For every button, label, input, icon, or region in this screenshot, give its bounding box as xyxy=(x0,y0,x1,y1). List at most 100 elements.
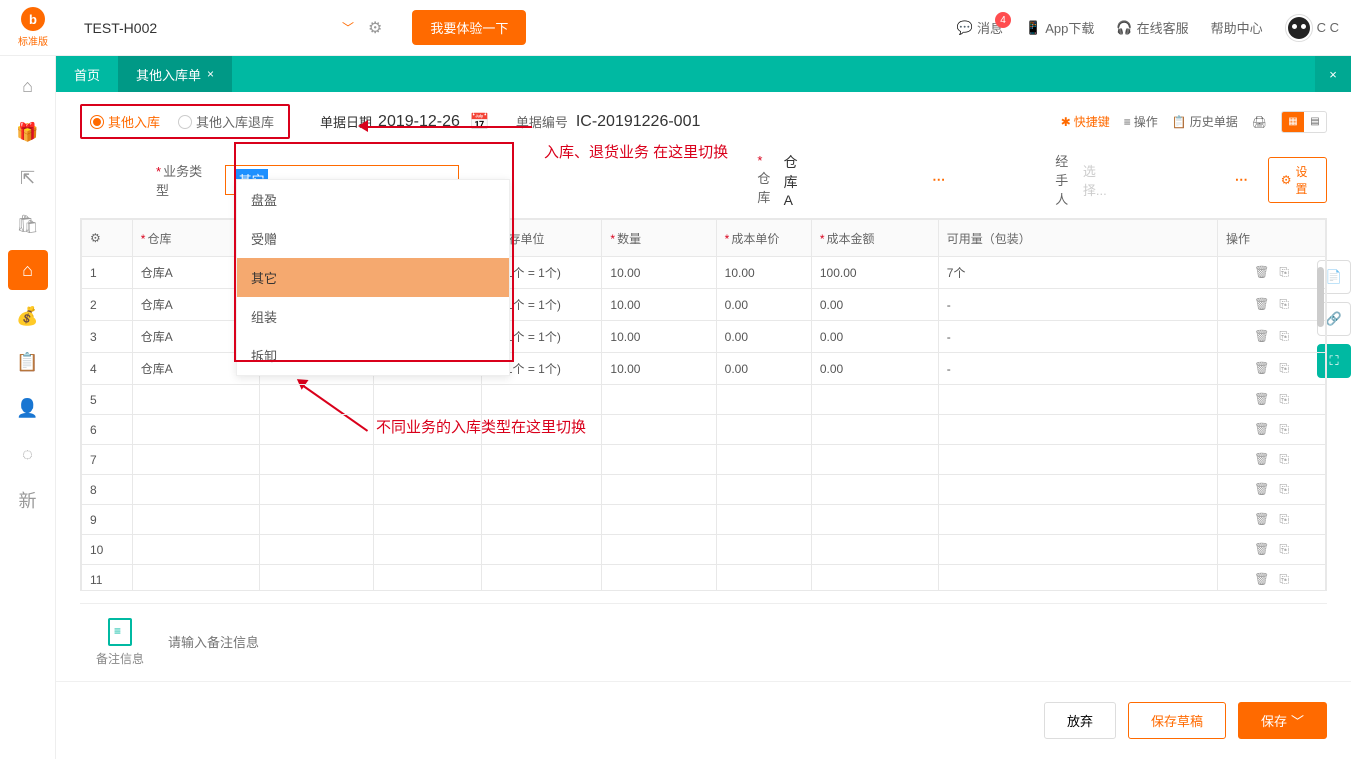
table-row[interactable]: 7🗑⎘ xyxy=(82,445,1326,475)
history-link[interactable]: 📋 历史单据 xyxy=(1172,113,1238,130)
radio-other-in[interactable]: 其他入库 xyxy=(90,112,160,131)
copy-icon[interactable]: ⎘ xyxy=(1279,297,1289,312)
delete-icon[interactable]: 🗑 xyxy=(1254,572,1269,587)
sidebar-bag-icon[interactable]: 🛍 xyxy=(8,204,48,244)
dropdown-opt-4[interactable]: 组装 xyxy=(237,297,509,336)
sidebar-clipboard-icon[interactable]: 📋 xyxy=(8,342,48,382)
delete-icon[interactable]: 🗑 xyxy=(1254,482,1269,497)
logo: b 标准版 xyxy=(12,7,54,48)
delete-icon[interactable]: 🗑 xyxy=(1254,542,1269,557)
company-select[interactable]: TEST-H002 ﹀ xyxy=(84,19,354,36)
delete-icon[interactable]: 🗑 xyxy=(1254,392,1269,407)
delete-icon[interactable]: 🗑 xyxy=(1254,512,1269,527)
table-row[interactable]: 6🗑⎘ xyxy=(82,415,1326,445)
calendar-icon[interactable]: 📅 xyxy=(470,112,490,132)
messages-link[interactable]: 💬 消息 4 xyxy=(957,18,1003,37)
copy-icon[interactable]: ⎘ xyxy=(1279,542,1289,557)
header-right: 💬 消息 4 📱 App下载 🎧 在线客服 帮助中心 C C xyxy=(957,14,1339,42)
settings-gear-icon[interactable]: ⚙ xyxy=(368,18,382,38)
print-icon[interactable]: 🖨 xyxy=(1252,115,1267,129)
help-center-link[interactable]: 帮助中心 xyxy=(1211,18,1263,37)
app-download-link[interactable]: 📱 App下载 xyxy=(1025,18,1094,37)
col-gear-icon[interactable]: ⚙ xyxy=(82,220,133,257)
table-row[interactable]: 9🗑⎘ xyxy=(82,505,1326,535)
sidebar-warehouse-icon[interactable]: ⌂ xyxy=(8,250,48,290)
sidebar-out-icon[interactable]: ⇱ xyxy=(8,158,48,198)
left-sidebar: ⌂ 🎁 ⇱ 🛍 ⌂ 💰 📋 👤 ◌ 新 xyxy=(0,56,56,759)
top-header: b 标准版 TEST-H002 ﹀ ⚙ 我要体验一下 💬 消息 4 📱 App下… xyxy=(0,0,1351,56)
dropdown-opt-5[interactable]: 拆卸 xyxy=(237,336,509,375)
tabs-close-all[interactable]: × xyxy=(1315,56,1351,92)
col-qty: *数量 xyxy=(602,220,716,257)
scrollbar-thumb[interactable] xyxy=(1317,267,1324,327)
save-button[interactable]: 保存 ﹀ xyxy=(1238,702,1327,739)
copy-icon[interactable]: ⎘ xyxy=(1279,392,1289,407)
delete-icon[interactable]: 🗑 xyxy=(1254,361,1269,376)
close-icon[interactable]: × xyxy=(207,67,214,81)
logo-label: 标准版 xyxy=(18,33,48,48)
handler-field[interactable]: 经手人 选择... ⋯ xyxy=(1055,151,1250,208)
operate-link[interactable]: ≡ 操作 xyxy=(1124,113,1158,130)
view-grid-icon[interactable]: ▤ xyxy=(1304,112,1326,132)
filter-row-1: 其他入库 其他入库退库 单据日期 2019-12-26 📅 单据编号 IC-20… xyxy=(56,92,1351,147)
warehouse-field[interactable]: *仓库 仓库A ⋯ xyxy=(757,152,947,208)
more-dots-icon[interactable]: ⋯ xyxy=(1235,172,1250,188)
tab-other-in[interactable]: 其他入库单 × xyxy=(118,56,232,92)
tab-home[interactable]: 首页 xyxy=(56,56,118,92)
remarks-input[interactable] xyxy=(160,618,1327,667)
main-area: 首页 其他入库单 × × 其他入库 其他入库退库 单据日期 2019-12-26… xyxy=(56,56,1351,759)
copy-icon[interactable]: ⎘ xyxy=(1279,422,1289,437)
user-menu[interactable]: C C xyxy=(1285,14,1339,42)
more-dots-icon[interactable]: ⋯ xyxy=(932,172,947,188)
col-price: *成本单价 xyxy=(716,220,811,257)
discard-button[interactable]: 放弃 xyxy=(1044,702,1116,739)
shortcut-link[interactable]: ✱ 快捷键 xyxy=(1061,113,1110,130)
view-toggle: ▦ ▤ xyxy=(1281,111,1327,133)
sidebar-new-icon[interactable]: 新 xyxy=(8,480,48,520)
dropdown-opt-3[interactable]: 其它 xyxy=(237,258,509,297)
headset-icon: 🎧 xyxy=(1116,20,1132,36)
filter-row-2: *业务类型 其它 ︿ 盘盈 受赠 其它 组装 拆卸 *仓库 仓库A ⋯ 经手人 … xyxy=(56,147,1351,218)
sidebar-contact-icon[interactable]: 👤 xyxy=(8,388,48,428)
table-row[interactable]: 5🗑⎘ xyxy=(82,385,1326,415)
copy-icon[interactable]: ⎘ xyxy=(1279,265,1289,280)
table-row[interactable]: 11🗑⎘ xyxy=(82,565,1326,592)
settings-button[interactable]: ⚙ 设置 xyxy=(1268,157,1327,203)
delete-icon[interactable]: 🗑 xyxy=(1254,265,1269,280)
delete-icon[interactable]: 🗑 xyxy=(1254,422,1269,437)
delete-icon[interactable]: 🗑 xyxy=(1254,329,1269,344)
sidebar-home-icon[interactable]: ⌂ xyxy=(8,66,48,106)
dropdown-opt-1[interactable]: 盘盈 xyxy=(237,180,509,219)
copy-icon[interactable]: ⎘ xyxy=(1279,329,1289,344)
avatar xyxy=(1285,14,1313,42)
phone-icon: 📱 xyxy=(1025,20,1041,36)
sidebar-gift-icon[interactable]: 🎁 xyxy=(8,112,48,152)
copy-icon[interactable]: ⎘ xyxy=(1279,452,1289,467)
tab-bar: 首页 其他入库单 × × xyxy=(56,56,1351,92)
copy-icon[interactable]: ⎘ xyxy=(1279,361,1289,376)
delete-icon[interactable]: 🗑 xyxy=(1254,297,1269,312)
date-field[interactable]: 单据日期 2019-12-26 📅 xyxy=(320,112,490,132)
sidebar-money-icon[interactable]: 💰 xyxy=(8,296,48,336)
copy-icon[interactable]: ⎘ xyxy=(1279,512,1289,527)
company-name: TEST-H002 xyxy=(84,20,157,36)
remarks-label: 备注信息 xyxy=(80,618,160,667)
dropdown-opt-2[interactable]: 受赠 xyxy=(237,219,509,258)
radio-other-return[interactable]: 其他入库退库 xyxy=(178,112,274,131)
copy-icon[interactable]: ⎘ xyxy=(1279,482,1289,497)
chevron-down-icon: ﹀ xyxy=(342,19,354,36)
doc-number-value: IC-20191226-001 xyxy=(576,113,701,131)
sidebar-refresh-icon[interactable]: ◌ xyxy=(8,434,48,474)
footer-actions: 放弃 保存草稿 保存 ﹀ xyxy=(56,681,1351,759)
table-row[interactable]: 8🗑⎘ xyxy=(82,475,1326,505)
filter-right-actions: ✱ 快捷键 ≡ 操作 📋 历史单据 🖨 ▦ ▤ xyxy=(1061,111,1327,133)
experience-button[interactable]: 我要体验一下 xyxy=(412,10,526,45)
col-avail: 可用量（包装） xyxy=(938,220,1217,257)
delete-icon[interactable]: 🗑 xyxy=(1254,452,1269,467)
doc-number-label: 单据编号 xyxy=(516,112,568,131)
copy-icon[interactable]: ⎘ xyxy=(1279,572,1289,587)
table-row[interactable]: 10🗑⎘ xyxy=(82,535,1326,565)
customer-service-link[interactable]: 🎧 在线客服 xyxy=(1116,18,1188,37)
save-draft-button[interactable]: 保存草稿 xyxy=(1128,702,1226,739)
view-list-icon[interactable]: ▦ xyxy=(1282,112,1304,132)
